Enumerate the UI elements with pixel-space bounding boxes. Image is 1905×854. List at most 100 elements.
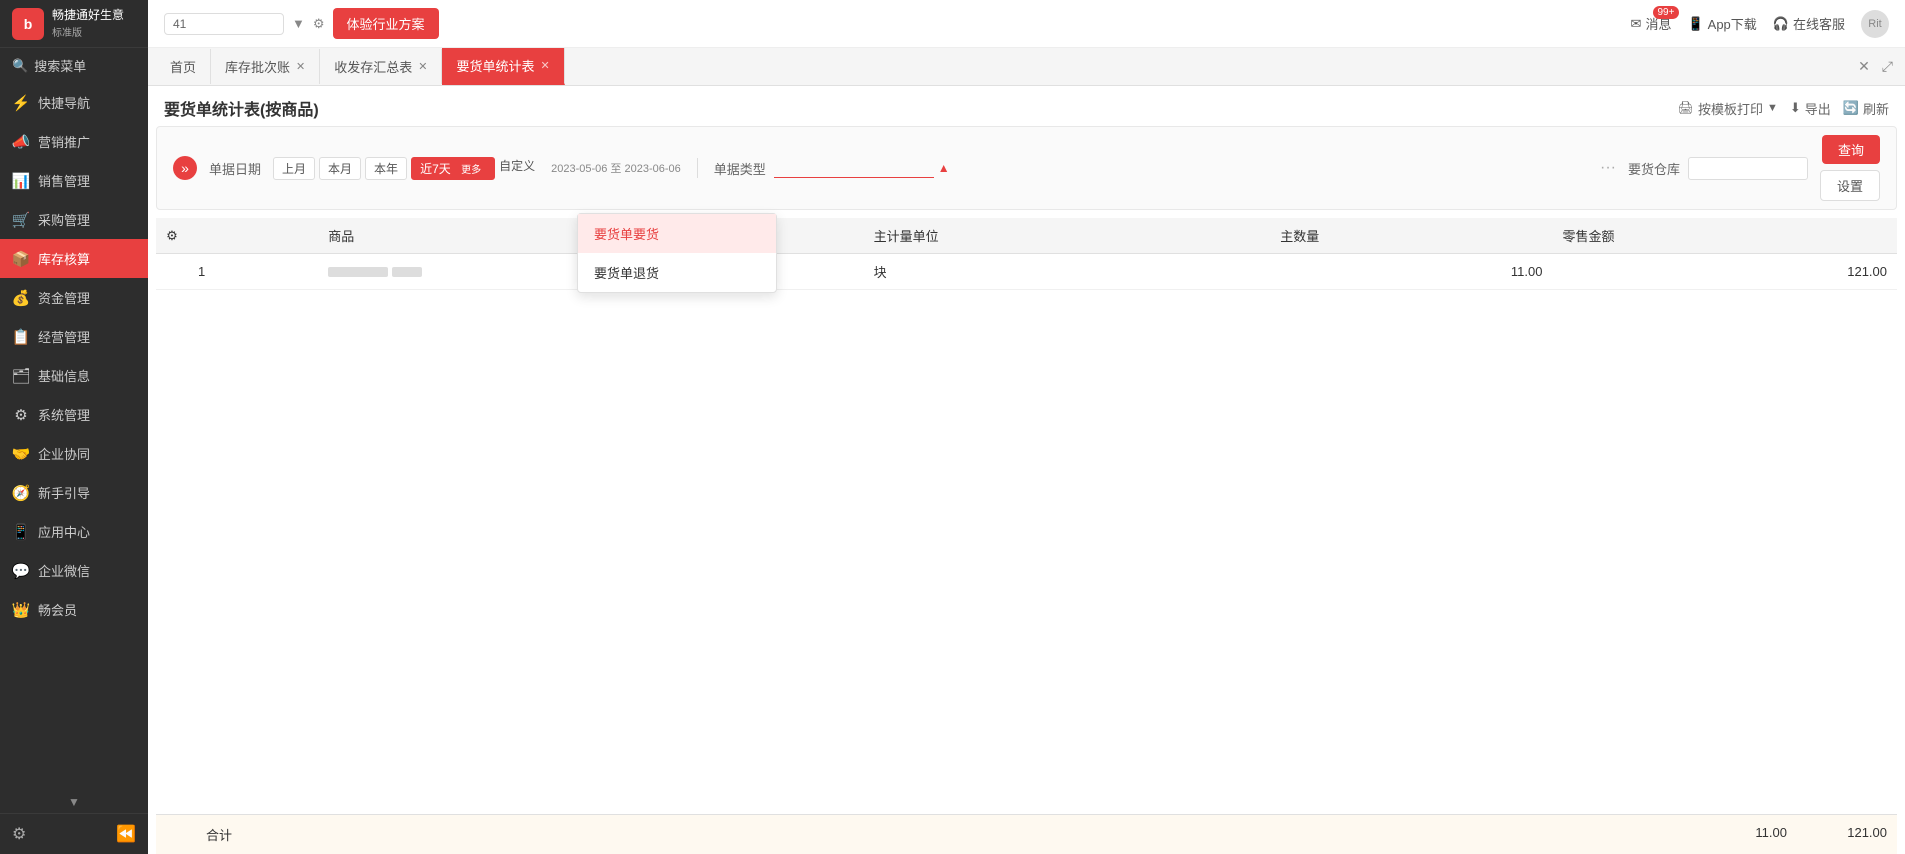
refresh-btn[interactable]: 🔄 刷新 (1843, 99, 1889, 118)
online-service-action[interactable]: 🎧 在线客服 (1773, 14, 1845, 33)
export-btn[interactable]: ⬇ 导出 (1790, 99, 1831, 118)
col-no-header (188, 218, 318, 254)
date-more-badge: 更多 (456, 164, 486, 177)
sidebar-item-purchase[interactable]: 🛒 采购管理 (0, 200, 148, 239)
page-title: 要货单统计表(按商品) (164, 96, 319, 120)
table-header-row: ⚙ 商品 主计量单位 主数量 零售金额 (156, 218, 1897, 254)
member-icon: 👑 (12, 601, 30, 619)
messages-badge: 99+ (1653, 6, 1680, 19)
sidebar-item-guide[interactable]: 🧭 新手引导 (0, 473, 148, 512)
product-bar-2 (392, 267, 422, 277)
table-wrap: ⚙ 商品 主计量单位 主数量 零售金额 1 (156, 218, 1897, 814)
trial-btn[interactable]: 体验行业方案 (333, 8, 439, 39)
avatar-text: Rit (1868, 18, 1881, 30)
dropdown-item-order-return[interactable]: 要货单退货 (578, 253, 776, 292)
footer-collapse-icon[interactable]: ⏪ (116, 824, 136, 844)
sidebar-item-wechat[interactable]: 💬 企业微信 (0, 551, 148, 590)
footer-quantity: 11.00 (1687, 825, 1787, 844)
marketing-icon: 📣 (12, 133, 30, 151)
data-table: ⚙ 商品 主计量单位 主数量 零售金额 1 (156, 218, 1897, 290)
search-menu[interactable]: 🔍 搜索菜单 (0, 48, 148, 83)
sidebar-item-marketing[interactable]: 📣 营销推广 (0, 122, 148, 161)
guide-icon: 🧭 (12, 484, 30, 502)
sidebar-item-member[interactable]: 👑 畅会员 (0, 590, 148, 629)
col-settings-header[interactable]: ⚙ (156, 218, 188, 254)
product-bar-1 (328, 267, 388, 277)
sidebar-item-sales[interactable]: 📊 销售管理 (0, 161, 148, 200)
logo-area: b 畅捷通好生意 标准版 (0, 0, 148, 48)
finance-icon: 💰 (12, 289, 30, 307)
basic-icon: 🗂 (12, 367, 30, 385)
print-dropdown-icon[interactable]: ▼ (1767, 102, 1778, 114)
sidebar-nav: ⚡ 快捷导航 📣 营销推广 📊 销售管理 🛒 采购管理 📦 库存核算 💰 资金管… (0, 83, 148, 791)
app-download-action[interactable]: 📱 App下载 (1687, 14, 1756, 33)
print-btn[interactable]: 🖨 按模板打印 ▼ (1677, 99, 1777, 118)
bill-type-input[interactable] (774, 158, 934, 178)
tab-maximize-icon[interactable]: ✕ (1854, 54, 1874, 79)
page-content: 要货单统计表(按商品) 🖨 按模板打印 ▼ ⬇ 导出 🔄 刷新 » (148, 86, 1905, 854)
date-btn-week[interactable]: 近7天 更多 (411, 157, 495, 180)
export-icon: ⬇ (1790, 100, 1801, 116)
tab-close-icon[interactable]: ✕ (418, 60, 427, 73)
filter-bar: » 单据日期 上月 本月 本年 近7天 更多 自定义 2023-05-06 至 … (156, 126, 1897, 210)
date-range-text: 2023-05-06 至 2023-06-06 (551, 160, 681, 176)
tab-label: 库存批次账 (225, 57, 290, 76)
sidebar-item-enterprise[interactable]: 🤝 企业协同 (0, 434, 148, 473)
footer-settings-icon[interactable]: ⚙ (12, 824, 26, 844)
filter-more-btn[interactable]: ··· (1600, 159, 1616, 177)
sidebar-item-appstore[interactable]: 📱 应用中心 (0, 512, 148, 551)
sidebar-item-operation[interactable]: 📋 经营管理 (0, 317, 148, 356)
sidebar-item-label: 畅会员 (38, 600, 77, 619)
breadcrumb-input[interactable] (164, 13, 284, 35)
sales-icon: 📊 (12, 172, 30, 190)
logo-text-block: 畅捷通好生意 标准版 (52, 8, 124, 39)
page-title-bar: 要货单统计表(按商品) 🖨 按模板打印 ▼ ⬇ 导出 🔄 刷新 (148, 86, 1905, 126)
tab-receive-summary[interactable]: 收发存汇总表 ✕ (320, 49, 442, 84)
sidebar-item-label: 资金管理 (38, 288, 90, 307)
system-icon: ⚙ (12, 406, 30, 424)
warehouse-input[interactable] (1688, 157, 1808, 180)
sidebar-item-label: 基础信息 (38, 366, 90, 385)
tabs-end-btns: ✕ ⤢ (1854, 54, 1905, 79)
date-filter-label: 单据日期 (209, 159, 261, 178)
bill-type-dropdown-icon[interactable]: ▲ (938, 161, 950, 175)
sidebar-item-label: 企业微信 (38, 561, 90, 580)
settings-gear-icon[interactable]: ⚙ (313, 16, 325, 32)
sidebar-item-system[interactable]: ⚙ 系统管理 (0, 395, 148, 434)
tab-label: 收发存汇总表 (334, 57, 412, 76)
search-label: 搜索菜单 (34, 56, 86, 75)
bill-type-select-wrap: ▲ (774, 158, 950, 178)
breadcrumb-dropdown-icon[interactable]: ▼ (292, 16, 305, 31)
sidebar-item-basic[interactable]: 🗂 基础信息 (0, 356, 148, 395)
tab-close-icon[interactable]: ✕ (541, 59, 550, 72)
sidebar-item-finance[interactable]: 💰 资金管理 (0, 278, 148, 317)
date-btn-year[interactable]: 本年 (365, 157, 407, 180)
scroll-indicator[interactable]: ▼ (0, 791, 148, 813)
col-quantity-header: 主数量 (1270, 218, 1552, 254)
sidebar-item-label: 新手引导 (38, 483, 90, 502)
search-icon: 🔍 (12, 58, 28, 74)
tab-close-icon[interactable]: ✕ (296, 60, 305, 73)
inventory-icon: 📦 (12, 250, 30, 268)
filter-expand-btn[interactable]: » (173, 156, 197, 180)
query-btn[interactable]: 查询 (1822, 135, 1880, 164)
row-amount-cell: 121.00 (1553, 254, 1898, 290)
date-btn-prev-month[interactable]: 上月 (273, 157, 315, 180)
top-header: ▼ ⚙ 体验行业方案 ✉ 消息 99+ 📱 App下载 🎧 在线客服 Rit (148, 0, 1905, 48)
logo-sub: 标准版 (52, 24, 124, 39)
print-label: 按模板打印 (1698, 99, 1763, 118)
messages-action[interactable]: ✉ 消息 99+ (1631, 14, 1672, 33)
tab-restore-icon[interactable]: ⤢ (1878, 54, 1897, 79)
date-custom-btn[interactable]: 自定义 (499, 157, 535, 180)
tab-order-summary[interactable]: 要货单统计表 ✕ (442, 48, 564, 85)
settings-btn[interactable]: 设置 (1820, 170, 1880, 201)
sidebar-item-inventory[interactable]: 📦 库存核算 (0, 239, 148, 278)
dropdown-item-order-goods[interactable]: 要货单要货 (578, 214, 776, 253)
tab-inventory-batch[interactable]: 库存批次账 ✕ (211, 49, 320, 84)
date-btn-curr-month[interactable]: 本月 (319, 157, 361, 180)
tab-home[interactable]: 首页 (156, 49, 211, 84)
sidebar-item-label: 采购管理 (38, 210, 90, 229)
sidebar-item-quick-nav[interactable]: ⚡ 快捷导航 (0, 83, 148, 122)
sidebar-item-label: 销售管理 (38, 171, 90, 190)
avatar[interactable]: Rit (1861, 10, 1889, 38)
